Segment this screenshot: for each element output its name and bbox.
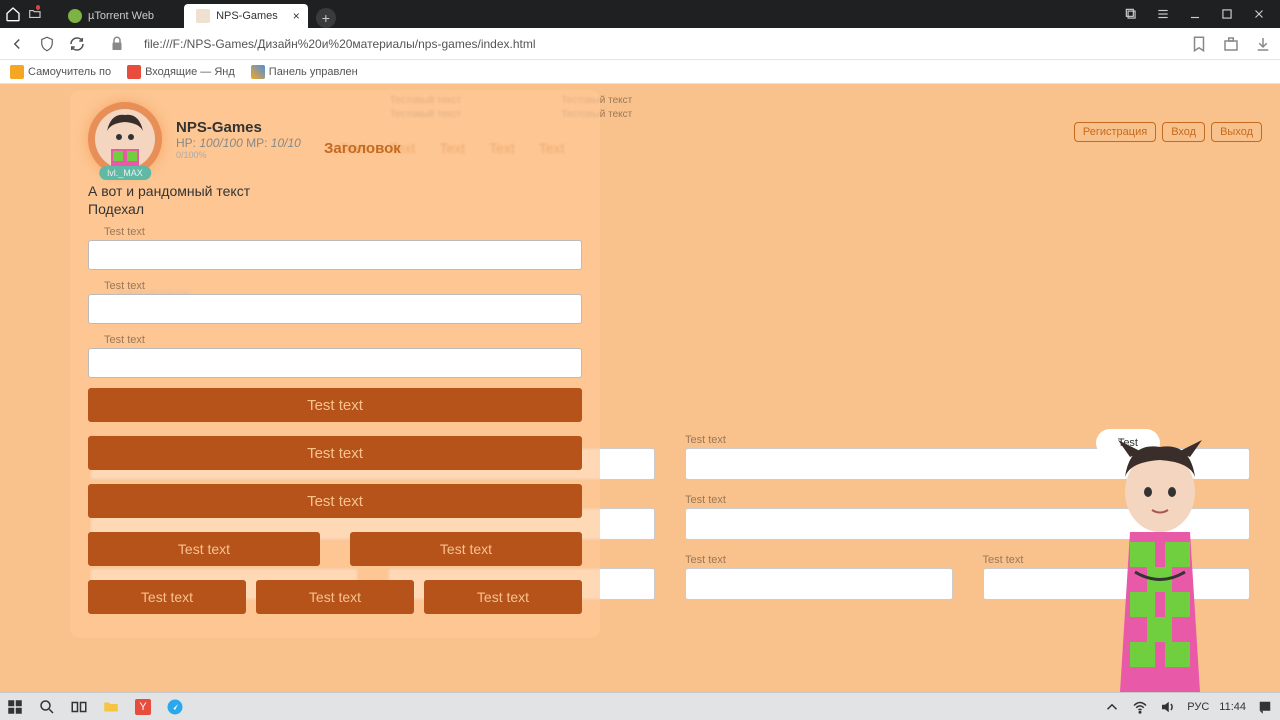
minimize-icon[interactable] [1188,7,1202,21]
volume-icon[interactable] [1159,698,1177,716]
form-field: Test text [88,226,582,270]
clock[interactable]: 11:44 [1219,701,1246,713]
auth-buttons: Регистрация Вход Выход [1074,122,1262,142]
character-illustration [1070,432,1250,692]
level-badge: lvl._MAX [99,166,151,180]
home-icon[interactable] [4,5,22,23]
button-row: Test text Test text Test text [88,580,582,614]
register-button[interactable]: Регистрация [1074,122,1156,142]
telegram-icon[interactable] [166,698,184,716]
tertiary-button[interactable]: Test text [256,580,414,614]
explorer-icon[interactable] [102,698,120,716]
tray-chevron-icon[interactable] [1103,698,1121,716]
login-button[interactable]: Вход [1162,122,1205,142]
back-icon[interactable] [8,35,26,53]
window-titlebar: µTorrent Web NPS-Games × + [0,0,1280,28]
start-icon[interactable] [6,698,24,716]
language-indicator[interactable]: РУС [1187,701,1209,713]
task-view-icon[interactable] [70,698,88,716]
address-bar: file:///F:/NPS-Games/Дизайн%20и%20матери… [0,28,1280,60]
form-field: Test text [88,280,582,324]
page-content: Тестовый текстТестовый текст Тестовый те… [0,84,1280,692]
profile-header: lvl._MAX NPS-Games HP: 100/100 MP: 10/10… [88,102,582,176]
secondary-button[interactable]: Test text [88,532,320,566]
button-row: Test text Test text [88,532,582,566]
menu-icon[interactable] [1156,7,1170,21]
profile-name: NPS-Games [176,119,582,136]
overlay-heading: Заголовок [324,140,401,157]
yandex-icon[interactable]: Y [134,698,152,716]
download-icon[interactable] [1254,35,1272,53]
bookmarks-bar: Самоучитель по Входящие — Янд Панель упр… [0,60,1280,84]
shield-icon[interactable] [38,35,56,53]
tertiary-button[interactable]: Test text [88,580,246,614]
bookmark-icon[interactable] [1190,35,1208,53]
tab-title: µTorrent Web [88,10,154,22]
primary-button[interactable]: Test text [88,484,582,518]
new-tab-button[interactable]: + [316,8,336,28]
overlay-panel: lvl._MAX NPS-Games HP: 100/100 MP: 10/10… [70,90,600,638]
maximize-icon[interactable] [1220,7,1234,21]
browser-tab-utorrent[interactable]: µTorrent Web [56,4,184,28]
form-field: Test text [88,334,582,378]
text-input[interactable] [88,240,582,270]
field-label: Test text [104,280,582,292]
avatar[interactable]: lvl._MAX [88,102,162,176]
extension-icon[interactable] [1222,35,1240,53]
secondary-button[interactable]: Test text [350,532,582,566]
field-label: Test text [104,226,582,238]
logout-button[interactable]: Выход [1211,122,1262,142]
text-input[interactable] [88,348,582,378]
lock-icon[interactable] [108,35,126,53]
primary-button[interactable]: Test text [88,436,582,470]
taskbar: Y РУС 11:44 [0,692,1280,720]
tab-title: NPS-Games [216,10,278,22]
bookmark-item[interactable]: Входящие — Янд [127,65,235,79]
text-input[interactable] [685,568,953,600]
tertiary-button[interactable]: Test text [424,580,582,614]
browser-tab-nps-games[interactable]: NPS-Games × [184,4,308,28]
search-icon[interactable] [38,698,56,716]
close-window-icon[interactable] [1252,7,1266,21]
bookmark-item[interactable]: Панель управлен [251,65,358,79]
field-label: Test text [104,334,582,346]
reload-icon[interactable] [68,35,86,53]
bookmark-item[interactable]: Самоучитель по [10,65,111,79]
primary-button[interactable]: Test text [88,388,582,422]
copy-icon[interactable] [1124,7,1138,21]
close-tab-icon[interactable]: × [293,9,300,23]
tab-strip: µTorrent Web NPS-Games × + [56,0,336,28]
notifications-icon[interactable] [1256,698,1274,716]
text-input[interactable] [88,294,582,324]
folder-icon[interactable] [28,5,46,23]
random-text: А вот и рандомный текст Подехал [88,182,582,218]
wifi-icon[interactable] [1131,698,1149,716]
url-text[interactable]: file:///F:/NPS-Games/Дизайн%20и%20матери… [138,37,1178,51]
